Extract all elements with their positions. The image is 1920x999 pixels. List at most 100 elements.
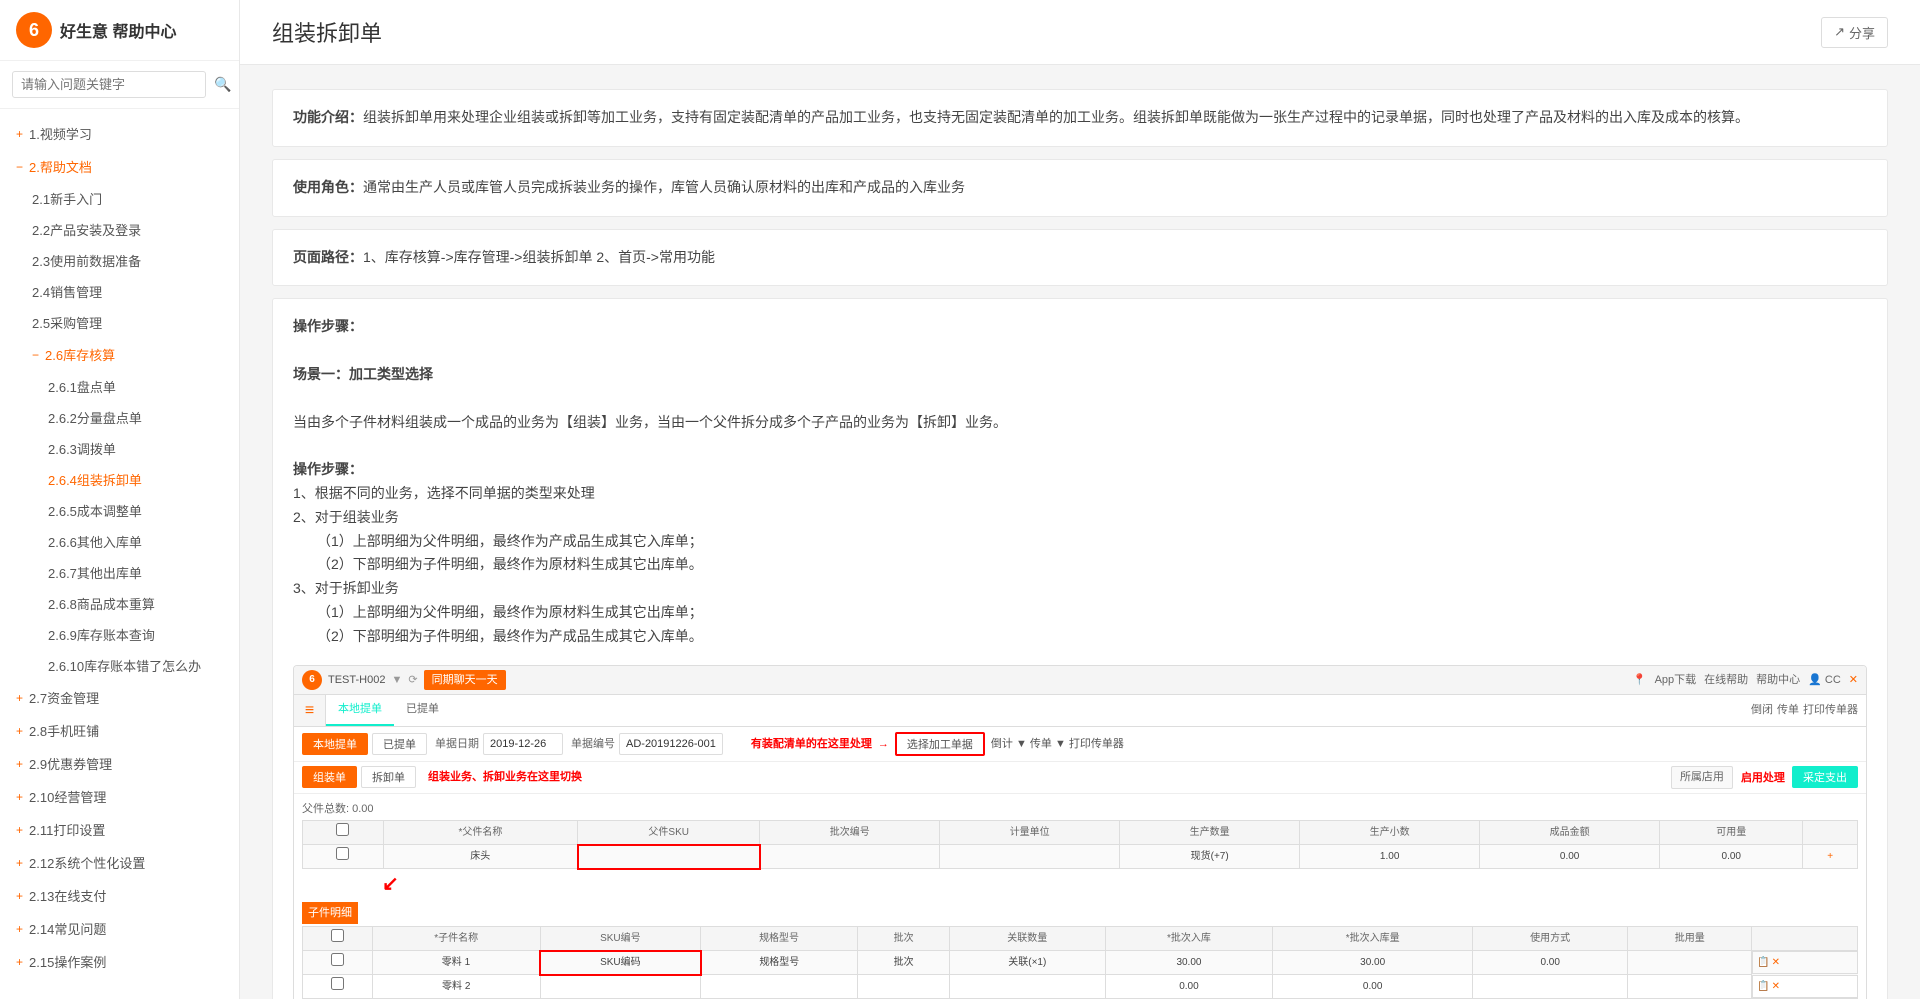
sidebar-item-2-6-8[interactable]: 2.6.8商品成本重算 [0,588,239,619]
steps-title: 操作步骤： [293,458,1867,482]
sidebar-item-2-11[interactable]: + 2.11打印设置 [0,813,239,846]
sidebar-item-2-9[interactable]: + 2.9优惠券管理 [0,747,239,780]
sidebar-item-2-6[interactable]: − 2.6库存核算 [0,338,239,371]
search-input[interactable] [12,71,206,98]
ss-service-text: 帮助中心 [1756,671,1800,690]
ss-right-controls: 所属店用 启用处理 采定支出 [1671,766,1858,789]
ss-select-all[interactable] [336,823,349,836]
ss-btd-check [303,951,373,975]
ss-new-btn[interactable]: 本地提单 [302,733,368,755]
ss-tab-2[interactable]: 已提单 [394,695,451,726]
ss-extra-btns: 倒计 ▼ 传单 ▼ 打印传单器 [991,735,1124,754]
sidebar-item-2-13[interactable]: + 2.13在线支付 [0,879,239,912]
step3-1: （1）上部明细为父件明细，最终作为原材料生成其它出库单； [293,601,1867,625]
ss-orange-btn: 同期聊天一天 [424,670,506,691]
sidebar: 6 好生意 帮助中心 🔍 + 1.视频学习 − 2.帮助文档 2.1新手入门 2… [0,0,240,999]
ss-annotation3-area: ↙ [382,874,1858,894]
path-block: 页面路径：1、库存核算->库存管理->组装拆卸单 2、首页->常用功能 [272,229,1888,287]
ss-btd-batch: 批次 [858,951,950,975]
ss-td-qty: 现货(+7) [1120,845,1300,869]
ss-bselect-all[interactable] [331,929,344,942]
screenshot-inner: 6 TEST-H002 ▼ ⟳ 同期聊天一天 📍 App下载 在线帮助 帮助中心… [294,666,1866,999]
ss-btd-in2: 0.00 [1105,975,1273,999]
ss-dropdown-icon: ▼ [391,671,402,690]
ss-btd-batchqty [1628,951,1752,975]
ss-sidebar-icon: ≡ [294,695,326,726]
search-button[interactable]: 🔍 [210,72,235,97]
sidebar-item-label: 2.9优惠券管理 [29,754,112,773]
role-body: 通常由生产人员或库管人员完成拆装业务的操作，库管人员确认原材料的出库和产成品的入… [363,179,965,195]
steps-label: 操作步骤： [293,315,1867,339]
sidebar-item-2-6-6[interactable]: 2.6.6其他入库单 [0,526,239,557]
ss-date-value[interactable]: 2019-12-26 [483,733,563,756]
ss-pieces-label: 父件总数: 0.00 [302,800,374,819]
table-row: 零料 1 SKU编码 规格型号 批次 关联(×1) 30.00 30.00 0.… [303,951,1858,975]
sidebar-item-label: 2.15操作案例 [29,952,106,971]
ss-btd-batch2 [858,975,950,999]
sidebar-item-2-6-4[interactable]: 2.6.4组装拆卸单 [0,464,239,495]
sidebar-item-2-4[interactable]: 2.4销售管理 [0,276,239,307]
step2: 2、对于组装业务 [293,506,1867,530]
ss-btd-action[interactable]: 📋✕ [1752,951,1857,974]
content-area: 功能介绍：组装拆卸单用来处理企业组装或拆卸等加工业务，支持有固定装配清单的产品加… [240,65,1920,999]
step2-1: （1）上部明细为父件明细，最终作为产成品生成其它入库单； [293,530,1867,554]
sidebar-item-2-6-5[interactable]: 2.6.5成本调整单 [0,495,239,526]
sidebar-item-2-6-3[interactable]: 2.6.3调拨单 [0,433,239,464]
sidebar-item-2-6-2[interactable]: 2.6.2分量盘点单 [0,402,239,433]
sidebar-item-2-15[interactable]: + 2.15操作案例 [0,945,239,978]
ss-td-action[interactable]: + [1803,845,1858,869]
sidebar-item-2-12[interactable]: + 2.12系统个性化设置 [0,846,239,879]
sidebar-item-video[interactable]: + 1.视频学习 [0,117,239,150]
sidebar-item-2-6-10[interactable]: 2.6.10库存账本错了怎么办 [0,650,239,681]
sidebar-item-2-14[interactable]: + 2.14常见问题 [0,912,239,945]
logo-icon: 6 [16,12,52,48]
ss-bth-action [1752,927,1858,951]
sidebar-item-2-8[interactable]: + 2.8手机旺铺 [0,714,239,747]
ss-sub-toolbar: 组装单 拆卸单 组装业务、拆卸业务在这里切换 所属店用 启用处理 [294,762,1866,794]
ss-help-text: 在线帮助 [1704,671,1748,690]
role-block: 使用角色：通常由生产人员或库管人员完成拆装业务的操作，库管人员确认原材料的出库和… [272,159,1888,217]
ss-tab-action-label3: 打印传单器 [1803,701,1858,720]
sidebar-item-docs[interactable]: − 2.帮助文档 [0,150,239,183]
sidebar-item-2-2[interactable]: 2.2产品安装及登录 [0,214,239,245]
sidebar-item-2-6-1[interactable]: 2.6.1盘点单 [0,371,239,402]
sidebar-item-2-10[interactable]: + 2.10经营管理 [0,780,239,813]
ss-td-amount: 0.00 [1480,845,1660,869]
ss-tab-1[interactable]: 本地提单 [326,695,394,726]
sidebar-item-label: 2.帮助文档 [29,157,92,176]
ss-bth-way: 使用方式 [1472,927,1627,951]
ss-row-check[interactable] [336,847,349,860]
ss-bth-sku: SKU编号 [540,927,700,951]
ss-btd-name: 零料 1 [372,951,540,975]
ss-bth-batchqty: 批用量 [1628,927,1752,951]
ss-td-checkbox [303,845,384,869]
share-button[interactable]: ↗ 分享 [1821,17,1888,48]
ss-logo: 6 [302,670,322,690]
search-box: 🔍 [0,61,239,109]
ss-th-amount: 成品金额 [1480,821,1660,845]
ss-confirm-btn[interactable]: 采定支出 [1792,766,1858,788]
sidebar-item-label: 2.10经营管理 [29,787,106,806]
sidebar-item-2-3[interactable]: 2.3使用前数据准备 [0,245,239,276]
sidebar-item-2-6-7[interactable]: 2.6.7其他出库单 [0,557,239,588]
ss-td-name: 床头 [383,845,577,869]
ss-btd-action2[interactable]: 📋✕ [1752,975,1857,998]
annotation-arrow1: → [878,735,889,754]
ss-shop-input[interactable]: 所属店用 [1671,766,1733,789]
sidebar-item-2-5[interactable]: 2.5采购管理 [0,307,239,338]
ss-shop-field: 所属店用 [1671,766,1733,789]
ss-cancel-btn[interactable]: 已提单 [372,733,427,755]
ss-order-field: 单据编号 AD-20191226-001 [571,733,723,756]
path-body: 1、库存核算->库存管理->组装拆卸单 2、首页->常用功能 [363,249,715,265]
sidebar-item-2-1[interactable]: 2.1新手入门 [0,183,239,214]
ss-disassemble-btn[interactable]: 拆卸单 [361,766,416,788]
annotation3-text: 组装业务、拆卸业务在这里切换 [428,768,582,787]
sidebar-item-2-7[interactable]: + 2.7资金管理 [0,681,239,714]
ss-nav-row: ≡ 本地提单 已提单 倒闭 传单 打印传单器 [294,695,1866,727]
ss-assemble-btn[interactable]: 组装单 [302,766,357,788]
sidebar-item-label: 2.12系统个性化设置 [29,853,145,872]
sidebar-item-2-6-9[interactable]: 2.6.9库存账本查询 [0,619,239,650]
ss-th-checkbox [303,821,384,845]
ss-btd-sku: SKU编码 [540,951,700,975]
ss-process-btn[interactable]: 选择加工单据 [895,732,985,756]
